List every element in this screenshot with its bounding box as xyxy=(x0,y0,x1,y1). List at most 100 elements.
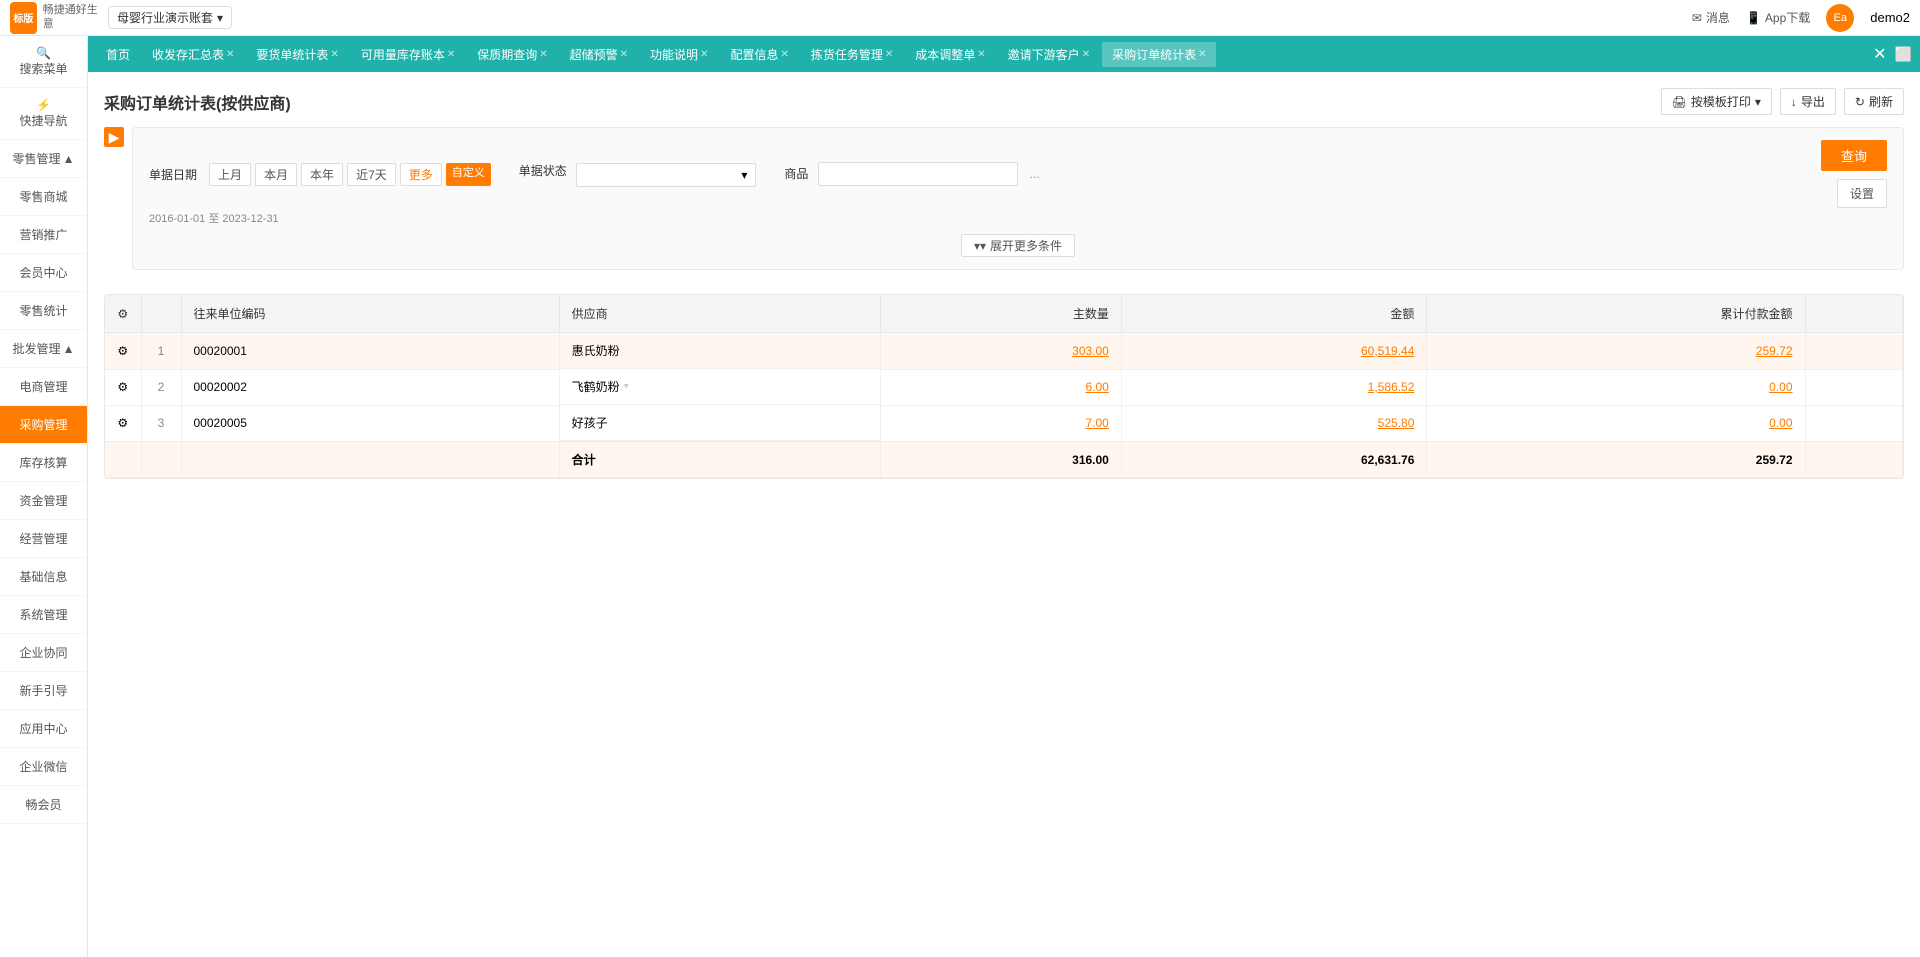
shortcut-this-month[interactable]: 本月 xyxy=(255,163,297,186)
nav-invite-customer[interactable]: 邀请下游客户 ✕ xyxy=(998,42,1100,67)
sidebar-item-wholesale-mgmt[interactable]: 批发管理 ▲ xyxy=(0,330,87,368)
export-icon: ↓ xyxy=(1791,95,1797,109)
row-paid-amount[interactable]: 0.00 xyxy=(1427,405,1805,442)
nav-cost-adjust[interactable]: 成本调整单 ✕ xyxy=(905,42,995,67)
refresh-icon: ↻ xyxy=(1855,95,1865,109)
sidebar-item-retail-stats[interactable]: 零售统计 xyxy=(0,292,87,330)
sidebar-item-inventory[interactable]: 库存核算 xyxy=(0,444,87,482)
shortcut-7days[interactable]: 近7天 xyxy=(347,163,396,186)
sidebar-item-new-guide[interactable]: 新手引导 xyxy=(0,672,87,710)
sidebar-item-retail-shop[interactable]: 零售商城 xyxy=(0,178,87,216)
username-label[interactable]: demo2 xyxy=(1870,10,1910,25)
sidebar-item-marketing[interactable]: 营销推广 xyxy=(0,216,87,254)
row-gear[interactable]: ⚙ xyxy=(105,333,141,370)
filter-toggle-btn[interactable]: ▶ xyxy=(104,127,124,147)
sidebar-item-purchase-mgmt[interactable]: 采购管理 xyxy=(0,406,87,444)
nav-inventory-ledger[interactable]: 可用量库存账本 ✕ xyxy=(351,42,465,67)
nav-close-icon11[interactable]: ✕ xyxy=(1198,49,1206,60)
sidebar-item-basic-info[interactable]: 基础信息 xyxy=(0,558,87,596)
nav-config-info[interactable]: 配置信息 ✕ xyxy=(720,42,798,67)
row-amount[interactable]: 525.80 xyxy=(1121,405,1427,442)
sidebar-item-system-mgmt[interactable]: 系统管理 xyxy=(0,596,87,634)
sidebar-quick-nav[interactable]: ⚡ 快捷导航 xyxy=(0,88,87,140)
status-select[interactable]: ▾ xyxy=(576,163,756,187)
nav-close-icon6[interactable]: ✕ xyxy=(700,49,708,60)
date-filter-label: 单据日期 xyxy=(149,166,197,183)
nav-close-icon8[interactable]: ✕ xyxy=(885,49,893,60)
row-unit-code: 00020005 xyxy=(181,405,559,442)
nav-home[interactable]: 首页 xyxy=(96,42,140,67)
main-layout: 🔍 搜索菜单 ⚡ 快捷导航 零售管理 ▲ 零售商城 营销推广 会员中心 零售统计 xyxy=(0,36,1920,957)
th-num xyxy=(141,295,181,333)
print-button[interactable]: 🖨 按模板打印 ▾ xyxy=(1661,88,1772,115)
shortcut-this-year[interactable]: 本年 xyxy=(301,163,343,186)
refresh-button[interactable]: ↻ 刷新 xyxy=(1844,88,1904,115)
sidebar-item-capital[interactable]: 资金管理 xyxy=(0,482,87,520)
sidebar-item-operation[interactable]: 经营管理 xyxy=(0,520,87,558)
row-gear[interactable]: ⚙ xyxy=(105,405,141,442)
nav-overstock[interactable]: 超储预警 ✕ xyxy=(560,42,638,67)
page-content: 采购订单统计表(按供应商) 🖨 按模板打印 ▾ ↓ 导出 ↻ xyxy=(88,72,1920,957)
query-button[interactable]: 查询 xyxy=(1821,140,1887,171)
nav-expiry-query[interactable]: 保质期查询 ✕ xyxy=(467,42,557,67)
nav-close-icon4[interactable]: ✕ xyxy=(539,49,547,60)
chevron-icon2: ▲ xyxy=(63,342,75,356)
footer-num xyxy=(141,442,181,478)
row-empty xyxy=(1805,405,1903,442)
sidebar-item-enterprise-wechat[interactable]: 企业微信 xyxy=(0,748,87,786)
date-shortcuts: 上月 本月 本年 近7天 更多 自定义 xyxy=(209,163,491,186)
nav-close-icon3[interactable]: ✕ xyxy=(447,49,455,60)
row-supplier[interactable]: 好孩子 xyxy=(560,405,881,441)
goods-input[interactable] xyxy=(818,162,1018,186)
row-paid-amount[interactable]: 259.72 xyxy=(1427,333,1805,370)
row-amount[interactable]: 60,519.44 xyxy=(1121,333,1427,370)
goods-label: 商品 xyxy=(784,167,808,181)
row-main-qty[interactable]: 7.00 xyxy=(881,405,1121,442)
nav-purchase-order-stats[interactable]: 采购订单统计表 ✕ xyxy=(1102,42,1216,67)
sidebar-item-member-center[interactable]: 会员中心 xyxy=(0,254,87,292)
nav-close-icon2[interactable]: ✕ xyxy=(330,49,338,60)
nav-pick-task[interactable]: 拣货任务管理 ✕ xyxy=(801,42,903,67)
row-paid-amount[interactable]: 0.00 xyxy=(1427,369,1805,405)
export-button[interactable]: ↓ 导出 xyxy=(1780,88,1836,115)
settings-button[interactable]: 设置 xyxy=(1837,179,1887,208)
workspace-selector[interactable]: 母婴行业演示账套 ▾ xyxy=(108,6,232,29)
sidebar-search[interactable]: 🔍 搜索菜单 xyxy=(0,36,87,88)
shortcut-last-month[interactable]: 上月 xyxy=(209,163,251,186)
sidebar-item-ecommerce[interactable]: 电商管理 xyxy=(0,368,87,406)
sidebar-item-app-center[interactable]: 应用中心 xyxy=(0,710,87,748)
app-download-btn[interactable]: 📱 App下载 xyxy=(1746,9,1810,26)
nav-close-icon5[interactable]: ✕ xyxy=(620,49,628,60)
row-main-qty[interactable]: 303.00 xyxy=(881,333,1121,370)
nav-receive-pay[interactable]: 收发存汇总表 ✕ xyxy=(142,42,244,67)
row-num: 2 xyxy=(141,369,181,405)
row-supplier[interactable]: 飞鹤奶粉▾ xyxy=(560,369,881,405)
close-window-icon[interactable]: ✕ xyxy=(1873,44,1886,64)
sidebar-item-free-member[interactable]: 畅会员 xyxy=(0,786,87,824)
nav-close-icon[interactable]: ✕ xyxy=(226,49,234,60)
row-gear[interactable]: ⚙ xyxy=(105,369,141,405)
nav-close-icon10[interactable]: ✕ xyxy=(1082,49,1090,60)
page-title: 采购订单统计表(按供应商) xyxy=(104,90,291,114)
row-num: 3 xyxy=(141,405,181,442)
table-row: ⚙ 1 00020001 惠氏奶粉 303.00 60,519.44 259.7… xyxy=(105,333,1903,370)
expand-conditions-btn[interactable]: ▾▾ 展开更多条件 xyxy=(961,234,1075,257)
row-supplier[interactable]: 惠氏奶粉 xyxy=(560,333,881,369)
th-gear[interactable]: ⚙ xyxy=(105,295,141,333)
nav-func-desc[interactable]: 功能说明 ✕ xyxy=(640,42,718,67)
footer-main-qty: 316.00 xyxy=(881,442,1121,478)
user-avatar[interactable]: Ea xyxy=(1826,4,1854,32)
more-fields-btn[interactable]: ... xyxy=(1030,167,1040,181)
chevron-icon: ▲ xyxy=(63,152,75,166)
maximize-icon[interactable]: ⬜ xyxy=(1895,46,1912,63)
message-btn[interactable]: ✉ 消息 xyxy=(1692,9,1730,26)
sidebar-item-retail-mgmt[interactable]: 零售管理 ▲ xyxy=(0,140,87,178)
row-main-qty[interactable]: 6.00 xyxy=(881,369,1121,405)
nav-close-icon7[interactable]: ✕ xyxy=(780,49,788,60)
row-amount[interactable]: 1,586.52 xyxy=(1121,369,1427,405)
nav-close-icon9[interactable]: ✕ xyxy=(977,49,985,60)
shortcut-more[interactable]: 更多 xyxy=(400,163,442,186)
nav-purchase-stats[interactable]: 要货单统计表 ✕ xyxy=(246,42,348,67)
date-range-display: 2016-01-01 至 2023-12-31 xyxy=(149,210,1887,226)
sidebar-item-enterprise[interactable]: 企业协同 xyxy=(0,634,87,672)
